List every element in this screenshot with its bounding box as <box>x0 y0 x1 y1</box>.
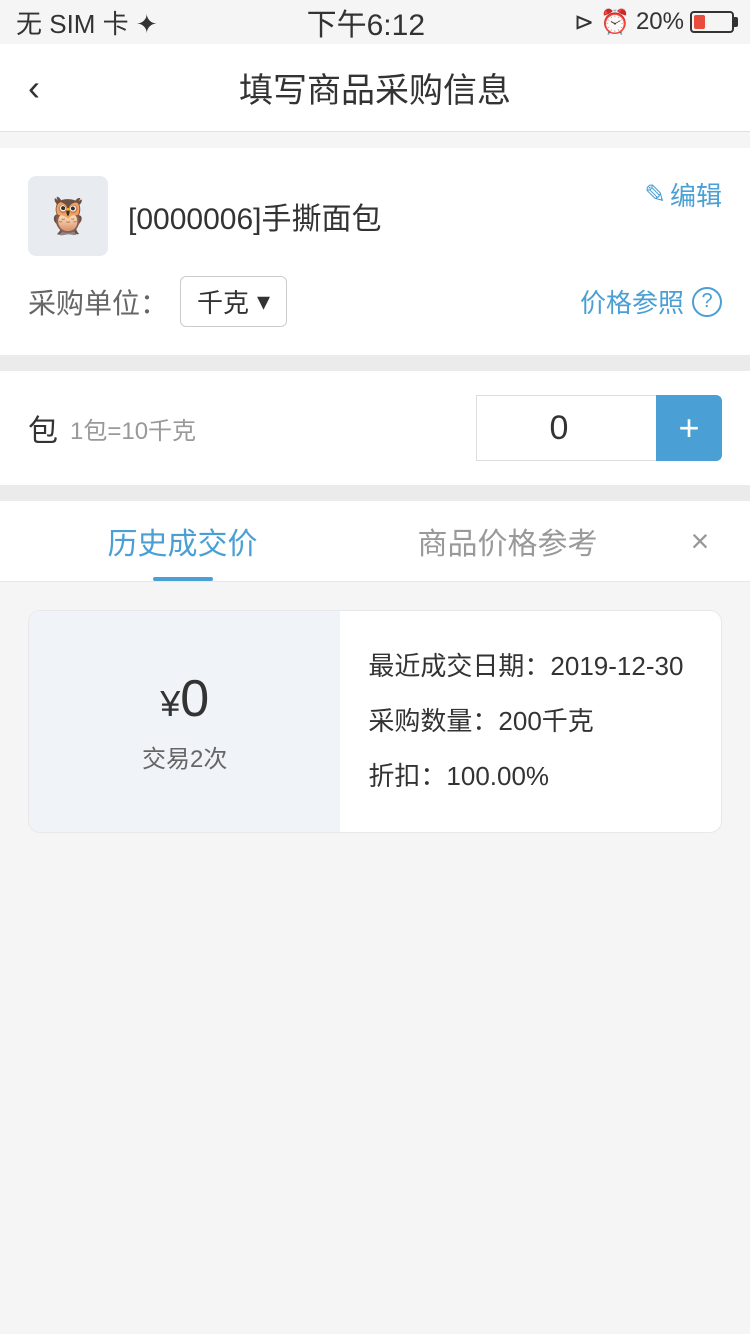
status-location-icon: ⊳ <box>574 8 594 37</box>
discount-label: 折扣： <box>368 761 446 791</box>
nav-bar: ‹ 填写商品采购信息 <box>0 44 750 132</box>
edit-button[interactable]: ✎ 编辑 <box>644 176 722 213</box>
unit-section: 采购单位： 千克 ▾ <box>28 276 287 327</box>
product-info-row: 采购单位： 千克 ▾ 价格参照 ? <box>28 276 722 327</box>
quantity-plus-button[interactable]: + <box>656 395 722 461</box>
quantity-row-detail: 采购数量：200千克 <box>368 702 693 741</box>
quantity-value: 200千克 <box>498 706 593 736</box>
price-transactions: 交易2次 <box>142 739 227 774</box>
discount-value: 100.00% <box>446 761 549 791</box>
product-icon: 🦉 <box>28 176 108 256</box>
unit-value: 千克 <box>197 283 249 320</box>
price-ref-label: 价格参照 <box>580 283 684 320</box>
currency-symbol: ¥ <box>160 683 180 724</box>
battery-indicator <box>690 11 734 33</box>
product-icon-image: 🦉 <box>46 195 91 237</box>
price-card-left: ¥0 交易2次 <box>29 611 340 832</box>
tab-bar: 历史成交价 商品价格参考 × <box>0 501 750 582</box>
unit-conversion: 1包=10千克 <box>70 411 196 446</box>
quantity-input-group: + <box>476 395 722 461</box>
price-amount: ¥0 <box>160 669 209 729</box>
unit-prefix-label: 采购单位： <box>28 282 168 322</box>
tab-history-price[interactable]: 历史成交价 <box>20 501 345 581</box>
quantity-label: 包 1包=10千克 <box>28 406 196 450</box>
recent-date-label: 最近成交日期： <box>368 651 550 681</box>
price-card-right: 最近成交日期：2019-12-30 采购数量：200千克 折扣：100.00% <box>340 611 721 832</box>
edit-label: 编辑 <box>670 176 722 213</box>
price-card: ¥0 交易2次 最近成交日期：2019-12-30 采购数量：200千克 折扣：… <box>28 610 722 833</box>
price-value: 0 <box>180 670 209 728</box>
unit-tag: 包 <box>28 406 58 450</box>
dropdown-arrow-icon: ▾ <box>257 286 270 317</box>
unit-dropdown[interactable]: 千克 ▾ <box>180 276 287 327</box>
tab-close-button[interactable]: × <box>670 511 730 571</box>
help-icon: ? <box>692 287 722 317</box>
status-right-group: ⊳ ⏰ 20% <box>574 8 734 37</box>
section-divider-2 <box>0 485 750 501</box>
status-time: 下午6:12 <box>307 0 425 44</box>
recent-date-row: 最近成交日期：2019-12-30 <box>368 647 693 686</box>
section-divider <box>0 355 750 371</box>
product-card: 🦉 [0000006]手撕面包 ✎ 编辑 采购单位： 千克 ▾ 价格参照 ? <box>0 148 750 355</box>
history-price-container: ¥0 交易2次 最近成交日期：2019-12-30 采购数量：200千克 折扣：… <box>0 582 750 861</box>
price-ref-button[interactable]: 价格参照 ? <box>580 283 722 320</box>
quantity-label-detail: 采购数量： <box>368 706 498 736</box>
tab-history-price-label: 历史成交价 <box>108 519 258 563</box>
quantity-input[interactable] <box>476 395 656 461</box>
product-name: [0000006]手撕面包 <box>128 194 381 238</box>
recent-date-value: 2019-12-30 <box>550 651 683 681</box>
product-info-left: 🦉 [0000006]手撕面包 <box>28 176 381 256</box>
status-alarm-icon: ⏰ <box>600 8 630 37</box>
status-signal: 无 SIM 卡 ✦ <box>16 4 158 41</box>
discount-row: 折扣：100.00% <box>368 757 693 796</box>
status-battery-text: 20% <box>636 8 684 36</box>
edit-icon: ✎ <box>644 179 666 210</box>
page-title: 填写商品采购信息 <box>239 63 511 112</box>
battery-fill <box>694 15 705 29</box>
back-button[interactable]: ‹ <box>28 67 40 109</box>
tab-product-price-ref[interactable]: 商品价格参考 <box>345 501 670 581</box>
product-header: 🦉 [0000006]手撕面包 ✎ 编辑 <box>28 176 722 256</box>
quantity-row: 包 1包=10千克 + <box>0 371 750 485</box>
status-bar: 无 SIM 卡 ✦ 下午6:12 ⊳ ⏰ 20% <box>0 0 750 44</box>
tab-product-price-ref-label: 商品价格参考 <box>418 519 598 563</box>
